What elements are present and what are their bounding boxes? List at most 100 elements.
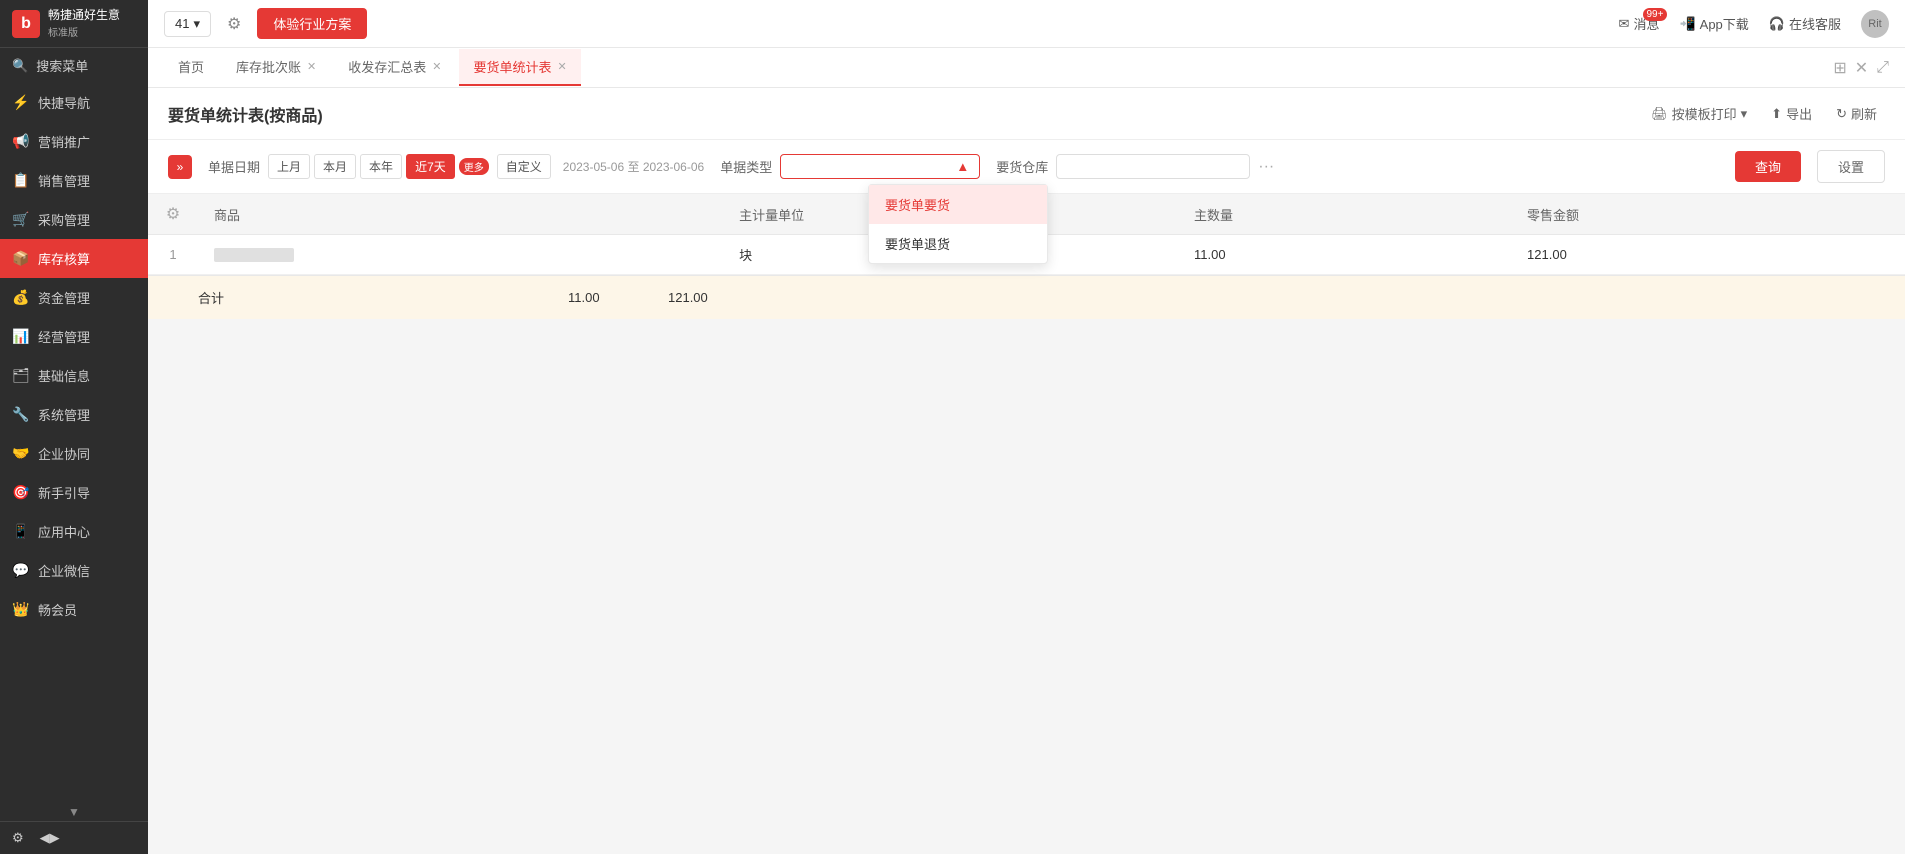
inventory-icon: 📦 bbox=[12, 250, 30, 267]
dropdown-item-return[interactable]: 要货单退货 bbox=[869, 224, 1047, 263]
tab-home[interactable]: 首页 bbox=[164, 49, 218, 86]
filter-bar: » 单据日期 上月 本月 本年 近7天 更多 自定义 2023-05-06 至 … bbox=[148, 140, 1905, 194]
sidebar-item-label: 经营管理 bbox=[38, 327, 90, 346]
col-settings[interactable]: ⚙ bbox=[148, 194, 198, 235]
filter-expand-btn[interactable]: » bbox=[168, 155, 192, 179]
table-settings-icon[interactable]: ⚙ bbox=[166, 206, 180, 223]
warehouse-label: 要货仓库 bbox=[996, 157, 1048, 176]
collapse-sidebar-btn[interactable]: ◀▶ bbox=[40, 830, 60, 846]
tab-home-label: 首页 bbox=[178, 57, 204, 76]
order-type-select[interactable]: ▲ bbox=[780, 154, 980, 179]
date-range-display: 2023-05-06 至 2023-06-06 bbox=[563, 158, 704, 175]
warehouse-more-icon[interactable]: ··· bbox=[1258, 158, 1274, 176]
order-type-input[interactable] bbox=[791, 159, 931, 174]
member-icon: 👑 bbox=[12, 601, 30, 618]
tab-inventory-batch[interactable]: 库存批次账 ✕ bbox=[222, 49, 330, 86]
date-btn-prev-month[interactable]: 上月 bbox=[268, 154, 310, 179]
sidebar-item-operation[interactable]: 📊 经营管理 bbox=[0, 317, 148, 356]
date-more-badge[interactable]: 更多 bbox=[459, 158, 489, 175]
sidebar: b 畅捷通好生意 标准版 🔍 搜索菜单 ⚡ 快捷导航 📢 营销推广 📋 销售管理… bbox=[0, 0, 148, 854]
sidebar-item-label: 应用中心 bbox=[38, 522, 90, 541]
print-dropdown-icon: ▾ bbox=[1741, 106, 1748, 122]
print-icon: 🖨 bbox=[1651, 106, 1668, 122]
page-actions: 🖨 按模板打印 ▾ ⬆ 导出 ↻ 刷新 bbox=[1643, 100, 1885, 127]
service-icon: 🎧 bbox=[1769, 16, 1785, 32]
message-icon: ✉ bbox=[1619, 16, 1630, 32]
sidebar-item-quick-nav[interactable]: ⚡ 快捷导航 bbox=[0, 83, 148, 122]
sidebar-item-inventory[interactable]: 📦 库存核算 bbox=[0, 239, 148, 278]
avatar-img: Rit bbox=[1861, 10, 1889, 38]
date-btn-last-7days[interactable]: 近7天 bbox=[406, 154, 455, 179]
col-amount: 零售金额 bbox=[1511, 194, 1905, 235]
sidebar-item-basic[interactable]: 🗂 基础信息 bbox=[0, 356, 148, 395]
tab-close-receivable-summary[interactable]: ✕ bbox=[432, 60, 441, 73]
sidebar-item-appstore[interactable]: 📱 应用中心 bbox=[0, 512, 148, 551]
user-avatar[interactable]: Rit bbox=[1861, 10, 1889, 38]
page-content: 要货单统计表(按商品) 🖨 按模板打印 ▾ ⬆ 导出 ↻ 刷新 » bbox=[148, 88, 1905, 854]
main-content: 41 ▾ ⚙ 体验行业方案 ✉ 消息 99+ 📲 App下载 🎧 在线客服 Ri… bbox=[148, 0, 1905, 854]
sidebar-scroll-down-icon[interactable]: ▼ bbox=[68, 805, 80, 819]
online-service-btn[interactable]: 🎧 在线客服 bbox=[1769, 14, 1841, 33]
tabs-close-all-btn[interactable]: ✕ bbox=[1855, 58, 1868, 78]
order-type-label: 单据类型 bbox=[720, 157, 772, 176]
messages-btn[interactable]: ✉ 消息 99+ bbox=[1619, 14, 1660, 33]
total-amount: 121.00 bbox=[668, 290, 768, 305]
total-label: 合计 bbox=[164, 288, 568, 307]
row-amount: 121.00 bbox=[1511, 235, 1905, 275]
sidebar-search[interactable]: 🔍 搜索菜单 bbox=[0, 48, 148, 83]
tabs-bar: 首页 库存批次账 ✕ 收发存汇总表 ✕ 要货单统计表 ✕ ⊞ ✕ ⤢ bbox=[148, 48, 1905, 88]
sidebar-item-label: 销售管理 bbox=[38, 171, 90, 190]
sidebar-item-purchase[interactable]: 🛒 采购管理 bbox=[0, 200, 148, 239]
col-product: 商品 bbox=[198, 194, 723, 235]
sidebar-item-label: 营销推广 bbox=[38, 132, 90, 151]
sidebar-item-enterprise[interactable]: 🤝 企业协同 bbox=[0, 434, 148, 473]
total-row: 合计 11.00 121.00 bbox=[148, 275, 1905, 319]
warehouse-input[interactable] bbox=[1056, 154, 1250, 179]
logo-sub: 标准版 bbox=[48, 24, 120, 39]
tab-order-summary[interactable]: 要货单统计表 ✕ bbox=[459, 49, 580, 86]
logo-title: 畅捷通好生意 bbox=[48, 8, 120, 24]
tab-inventory-batch-label: 库存批次账 bbox=[236, 57, 301, 76]
export-icon: ⬆ bbox=[1771, 106, 1782, 122]
query-btn[interactable]: 查询 bbox=[1735, 151, 1801, 182]
trial-industry-btn[interactable]: 体验行业方案 bbox=[257, 8, 367, 39]
shop-selector[interactable]: 41 ▾ bbox=[164, 11, 211, 37]
export-btn[interactable]: ⬆ 导出 bbox=[1763, 100, 1820, 127]
tab-order-summary-label: 要货单统计表 bbox=[473, 57, 551, 76]
sidebar-item-guide[interactable]: 🎯 新手引导 bbox=[0, 473, 148, 512]
order-type-dropdown: 要货单要货 要货单退货 bbox=[868, 184, 1048, 264]
settings-bottom-icon[interactable]: ⚙ bbox=[12, 830, 24, 846]
sidebar-item-finance[interactable]: 💰 资金管理 bbox=[0, 278, 148, 317]
app-logo: b 畅捷通好生意 标准版 bbox=[0, 0, 148, 48]
date-btn-this-year[interactable]: 本年 bbox=[360, 154, 402, 179]
sidebar-item-label: 系统管理 bbox=[38, 405, 90, 424]
tab-close-inventory-batch[interactable]: ✕ bbox=[307, 60, 316, 73]
tab-receivable-summary[interactable]: 收发存汇总表 ✕ bbox=[334, 49, 455, 86]
refresh-btn[interactable]: ↻ 刷新 bbox=[1828, 100, 1885, 127]
dropdown-item-requisition[interactable]: 要货单要货 bbox=[869, 185, 1047, 224]
sidebar-item-sales[interactable]: 📋 销售管理 bbox=[0, 161, 148, 200]
date-custom-btn[interactable]: 自定义 bbox=[497, 154, 551, 179]
online-service-label: 在线客服 bbox=[1789, 14, 1841, 33]
app-download-btn[interactable]: 📲 App下载 bbox=[1679, 14, 1748, 33]
print-template-btn[interactable]: 🖨 按模板打印 ▾ bbox=[1643, 100, 1755, 127]
col-qty: 主数量 bbox=[1178, 194, 1511, 235]
tab-receivable-summary-label: 收发存汇总表 bbox=[348, 57, 426, 76]
sidebar-item-marketing[interactable]: 📢 营销推广 bbox=[0, 122, 148, 161]
tab-close-order-summary[interactable]: ✕ bbox=[558, 60, 567, 73]
date-btn-this-month[interactable]: 本月 bbox=[314, 154, 356, 179]
sidebar-item-label: 畅会员 bbox=[38, 600, 77, 619]
shop-number: 41 bbox=[175, 16, 189, 31]
date-buttons: 上月 本月 本年 近7天 更多 bbox=[268, 154, 489, 179]
page-title: 要货单统计表(按商品) bbox=[168, 102, 323, 126]
sidebar-item-system[interactable]: 🔧 系统管理 bbox=[0, 395, 148, 434]
logo-icon: b bbox=[12, 10, 40, 38]
tabs-expand-btn[interactable]: ⊞ bbox=[1833, 58, 1846, 78]
enterprise-icon: 🤝 bbox=[12, 445, 30, 462]
tabs-fullscreen-btn[interactable]: ⤢ bbox=[1876, 59, 1889, 77]
header-settings-icon[interactable]: ⚙ bbox=[227, 14, 241, 34]
sidebar-search-label: 搜索菜单 bbox=[36, 56, 88, 75]
sidebar-item-member[interactable]: 👑 畅会员 bbox=[0, 590, 148, 629]
sidebar-item-wechat[interactable]: 💬 企业微信 bbox=[0, 551, 148, 590]
filter-settings-btn[interactable]: 设置 bbox=[1817, 150, 1885, 183]
